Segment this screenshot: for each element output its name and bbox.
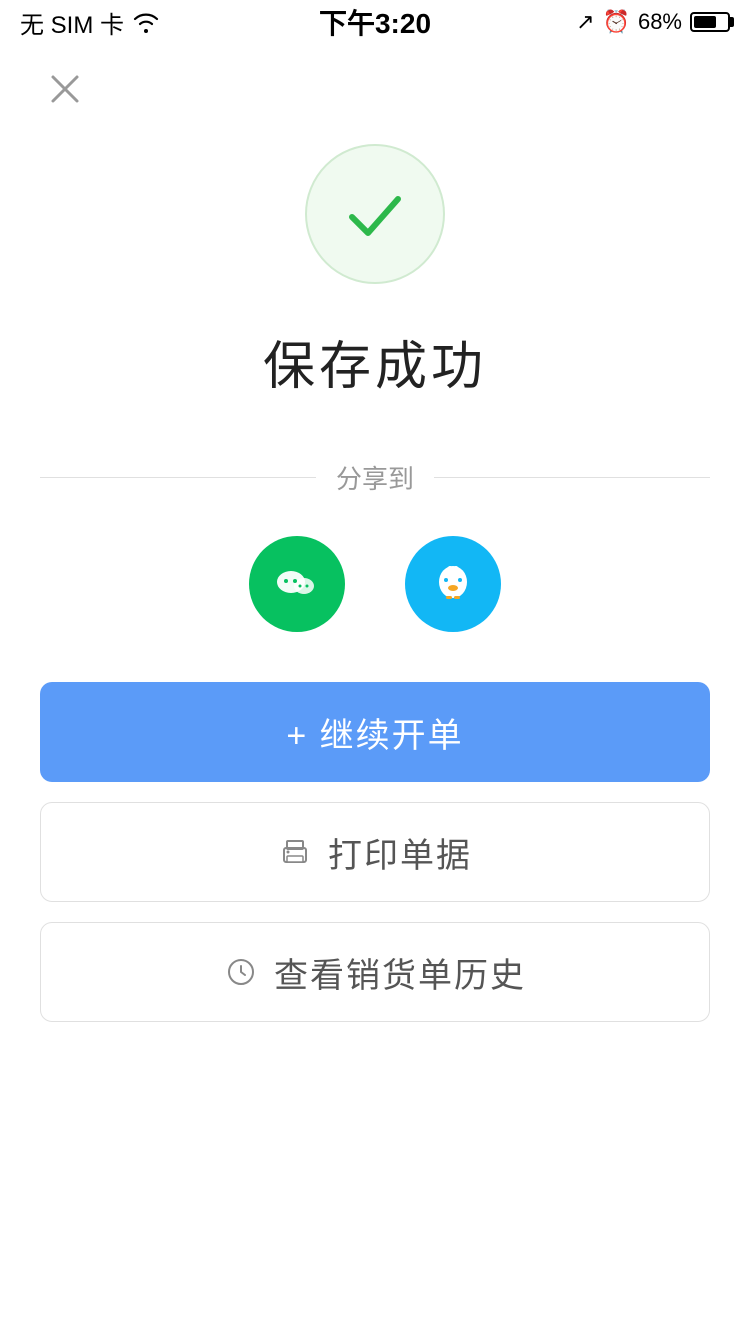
battery-icon (690, 12, 730, 32)
history-icon (224, 955, 258, 989)
share-icons (40, 536, 710, 632)
wechat-share-button[interactable] (249, 536, 345, 632)
qq-share-button[interactable] (405, 536, 501, 632)
status-left: 无 SIM 卡 (20, 5, 160, 40)
history-label: 查看销货单历史 (274, 948, 526, 997)
main-content: 保存成功 分享到 (0, 44, 750, 1334)
success-title: 保存成功 (263, 324, 487, 399)
continue-order-button[interactable]: + 继续开单 (40, 682, 710, 782)
checkmark-icon (340, 179, 410, 249)
action-buttons: + 继续开单 打印单据 查看销货单历史 (40, 682, 710, 1022)
qq-icon (425, 556, 481, 612)
share-label: 分享到 (336, 459, 414, 496)
status-time: 下午3:20 (319, 2, 431, 42)
location-icon: ↗ (576, 9, 594, 35)
wifi-icon (132, 11, 160, 33)
wechat-icon (269, 556, 325, 612)
status-bar: 无 SIM 卡 下午3:20 ↗ ⏰ 68% (0, 0, 750, 44)
battery-percent: 68% (638, 9, 682, 35)
share-section: 分享到 (40, 459, 710, 632)
carrier-text: 无 SIM 卡 (20, 5, 124, 40)
close-icon (49, 73, 81, 105)
history-button[interactable]: 查看销货单历史 (40, 922, 710, 1022)
print-button[interactable]: 打印单据 (40, 802, 710, 902)
share-divider: 分享到 (40, 459, 710, 496)
alarm-icon: ⏰ (603, 9, 630, 35)
success-circle (305, 144, 445, 284)
close-button[interactable] (40, 64, 90, 114)
print-label: 打印单据 (328, 828, 472, 877)
print-icon (278, 835, 312, 869)
status-right: ↗ ⏰ 68% (576, 9, 730, 35)
